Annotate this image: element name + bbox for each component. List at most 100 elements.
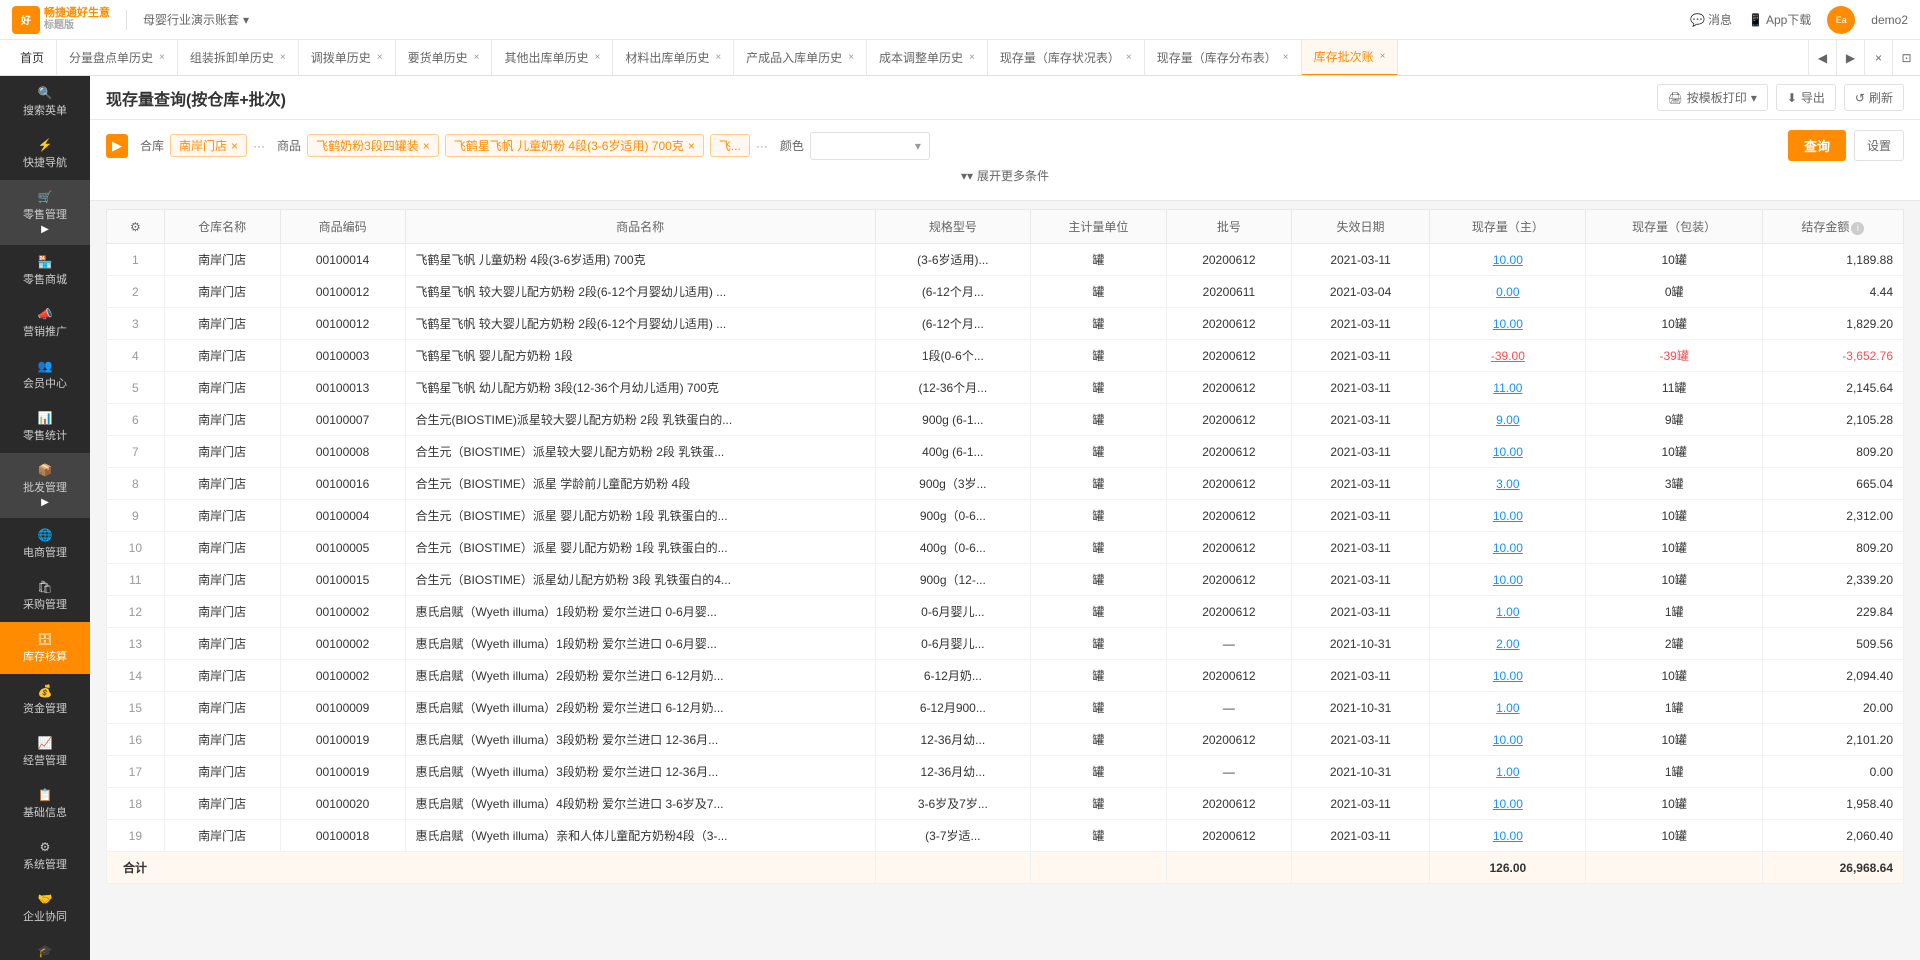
row-qty-main[interactable]: 10.00	[1430, 500, 1586, 532]
sidebar-item-finance[interactable]: 💰 资金管理	[0, 674, 90, 726]
dropdown-icon: ▾	[915, 139, 921, 153]
tab-11[interactable]: 库存批次账 ×	[1302, 40, 1399, 76]
sidebar-item-wholesale[interactable]: 📦 批发管理 ▶	[0, 453, 90, 518]
info-icon[interactable]: i	[1851, 222, 1864, 235]
row-warehouse: 南岸门店	[164, 500, 280, 532]
row-qty-main[interactable]: 1.00	[1430, 692, 1586, 724]
row-qty-main[interactable]: 10.00	[1430, 244, 1586, 276]
tag-close-icon[interactable]: ×	[231, 139, 238, 153]
settings-icon[interactable]: ⚙	[130, 220, 141, 234]
row-batch: —	[1166, 692, 1291, 724]
tab-close-icon[interactable]: ×	[1380, 51, 1386, 62]
color-input[interactable]: ▾	[810, 132, 930, 160]
warehouse-tag[interactable]: 南岸门店 ×	[170, 134, 247, 157]
tab-4[interactable]: 要货单历史 ×	[396, 40, 493, 76]
row-qty-main[interactable]: 2.00	[1430, 628, 1586, 660]
product-tag-3[interactable]: 飞...	[710, 134, 750, 157]
row-qty-main[interactable]: 10.00	[1430, 660, 1586, 692]
tab-5[interactable]: 其他出库单历史 ×	[492, 40, 613, 76]
query-button[interactable]: 查询	[1788, 130, 1846, 161]
sidebar-item-system[interactable]: ⚙ 系统管理	[0, 830, 90, 882]
row-qty-main[interactable]: 1.00	[1430, 756, 1586, 788]
row-qty-main[interactable]: 10.00	[1430, 788, 1586, 820]
row-qty-main[interactable]: 1.00	[1430, 596, 1586, 628]
breadcrumb-select[interactable]: 母婴行业演示账套 ▾	[143, 11, 249, 28]
sidebar-item-retail-stats[interactable]: 📊 零售统计	[0, 401, 90, 453]
tab-more-btn[interactable]: ⊡	[1892, 40, 1920, 76]
sidebar-item-search[interactable]: 🔍 搜索英单	[0, 76, 90, 128]
sidebar-item-ecommerce[interactable]: 🌐 电商管理	[0, 518, 90, 570]
tab-close-icon[interactable]: ×	[1126, 52, 1132, 63]
system-icon: ⚙	[40, 840, 51, 854]
tab-close-icon[interactable]: ×	[280, 52, 286, 63]
sidebar-item-retail-mgmt[interactable]: 🛒 零售管理 ▶	[0, 180, 90, 245]
sidebar-item-marketing[interactable]: 📣 营销推广	[0, 297, 90, 349]
app-download-btn[interactable]: 📱 App下载	[1748, 11, 1811, 28]
sidebar-item-purchase[interactable]: 🛍 采购管理	[0, 570, 90, 622]
tab-close-icon[interactable]: ×	[474, 52, 480, 63]
tab-close-icon[interactable]: ×	[715, 52, 721, 63]
row-spec: (6-12个月...	[875, 308, 1030, 340]
row-qty-main[interactable]: 11.00	[1430, 372, 1586, 404]
tab-close-icon[interactable]: ×	[969, 52, 975, 63]
tag-close-icon[interactable]: ×	[688, 139, 695, 153]
row-qty-main[interactable]: 10.00	[1430, 532, 1586, 564]
more-icon[interactable]: ···	[756, 139, 768, 153]
tab-close-all-btn[interactable]: ×	[1864, 40, 1892, 76]
expand-icon[interactable]: ▶	[106, 134, 128, 158]
sidebar-item-nav[interactable]: ⚡ 快捷导航	[0, 128, 90, 180]
tag-close-icon[interactable]: ×	[423, 139, 430, 153]
tab-label: 产成品入库单历史	[746, 49, 842, 66]
row-unit: 罐	[1030, 596, 1166, 628]
row-qty-main[interactable]: 10.00	[1430, 724, 1586, 756]
user-avatar[interactable]: Ea	[1827, 6, 1855, 34]
row-expire: 2021-03-04	[1291, 276, 1429, 308]
row-qty-pkg: 11罐	[1586, 372, 1762, 404]
divider	[126, 10, 127, 30]
tab-close-icon[interactable]: ×	[159, 52, 165, 63]
tab-3[interactable]: 调拨单历史 ×	[299, 40, 396, 76]
tab-close-icon[interactable]: ×	[848, 52, 854, 63]
row-qty-main[interactable]: 0.00	[1430, 276, 1586, 308]
row-qty-main[interactable]: 10.00	[1430, 436, 1586, 468]
col-gear[interactable]: ⚙	[107, 210, 165, 244]
tab-1[interactable]: 分量盘点单历史 ×	[57, 40, 178, 76]
sidebar-item-guide[interactable]: 🎓 新手引导	[0, 934, 90, 960]
sidebar-item-inventory[interactable]: 🗄 库存核算	[0, 622, 90, 674]
more-icon[interactable]: ···	[253, 139, 265, 153]
tab-6[interactable]: 材料出库单历史 ×	[613, 40, 734, 76]
sidebar-item-retail-shop[interactable]: 🏪 零售商城	[0, 245, 90, 297]
row-qty-main[interactable]: 10.00	[1430, 564, 1586, 596]
tab-close-icon[interactable]: ×	[1283, 52, 1289, 63]
tab-close-icon[interactable]: ×	[594, 52, 600, 63]
product-tag-1[interactable]: 飞鹤奶粉3段四罐装 ×	[307, 134, 439, 157]
sidebar-item-operations[interactable]: 📈 经营管理	[0, 726, 90, 778]
message-btn[interactable]: 💬 消息	[1690, 11, 1732, 28]
sidebar-item-collab[interactable]: 🤝 企业协同	[0, 882, 90, 934]
row-spec: 400g (6-1...	[875, 436, 1030, 468]
row-qty-main[interactable]: 3.00	[1430, 468, 1586, 500]
tab-8[interactable]: 成本调整单历史 ×	[867, 40, 988, 76]
expand-btn[interactable]: ▶	[106, 134, 128, 158]
row-amount: 665.04	[1762, 468, 1903, 500]
tab-next-btn[interactable]: ▶	[1836, 40, 1864, 76]
tab-9[interactable]: 现存量（库存状况表） ×	[988, 40, 1145, 76]
tab-2[interactable]: 组装拆卸单历史 ×	[178, 40, 299, 76]
row-qty-main[interactable]: 10.00	[1430, 820, 1586, 852]
expand-more-conditions[interactable]: ▾▾ 展开更多条件	[106, 161, 1904, 190]
row-qty-main[interactable]: -39.00	[1430, 340, 1586, 372]
sidebar-item-member[interactable]: 👥 会员中心	[0, 349, 90, 401]
tab-7[interactable]: 产成品入库单历史 ×	[734, 40, 867, 76]
tab-home[interactable]: 首页	[8, 40, 57, 76]
settings-button[interactable]: 设置	[1854, 130, 1904, 161]
tab-prev-btn[interactable]: ◀	[1808, 40, 1836, 76]
tab-10[interactable]: 现存量（库存分布表） ×	[1145, 40, 1302, 76]
export-button[interactable]: ⬇ 导出	[1776, 84, 1836, 111]
tab-close-icon[interactable]: ×	[377, 52, 383, 63]
product-tag-2[interactable]: 飞鹤星飞帆 儿童奶粉 4段(3-6岁适用) 700克 ×	[445, 134, 704, 157]
row-qty-main[interactable]: 9.00	[1430, 404, 1586, 436]
row-qty-main[interactable]: 10.00	[1430, 308, 1586, 340]
sidebar-item-base-info[interactable]: 📋 基础信息	[0, 778, 90, 830]
print-button[interactable]: 🖨 按模板打印 ▾	[1657, 84, 1768, 111]
refresh-button[interactable]: ↺ 刷新	[1844, 84, 1904, 111]
